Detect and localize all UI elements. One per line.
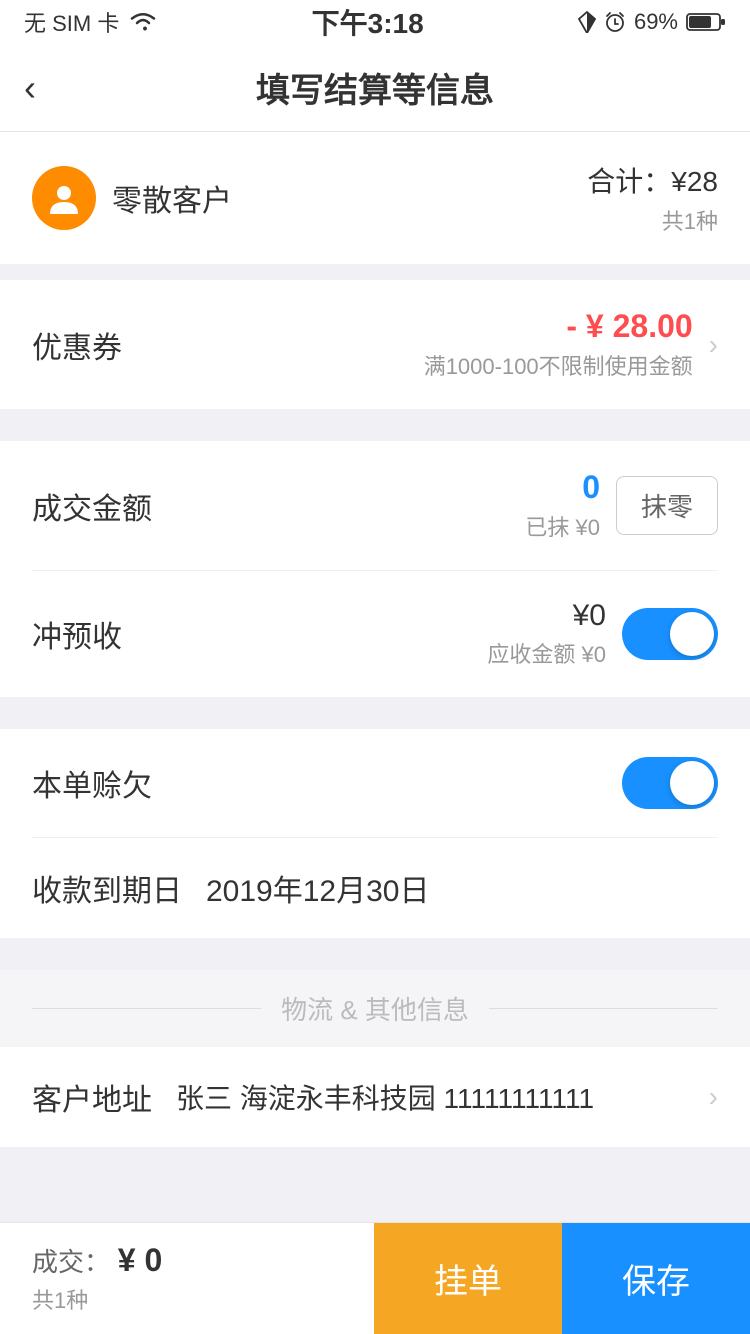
transaction-label: 成交金额 bbox=[32, 484, 152, 528]
total-amount: 合计：¥28 bbox=[587, 160, 718, 200]
chevron-right-icon: › bbox=[709, 329, 718, 361]
debt-toggle[interactable] bbox=[622, 757, 718, 809]
nav-bar: ‹ 填写结算等信息 bbox=[0, 44, 750, 132]
customer-right: 合计：¥28 共1种 bbox=[587, 160, 718, 236]
back-button[interactable]: ‹ bbox=[24, 67, 36, 109]
logistics-text: 物流 & 其他信息 bbox=[281, 990, 469, 1027]
address-value: 张三 海淀永丰科技园 11111111111 bbox=[176, 1077, 709, 1117]
prepaid-label: 冲预收 bbox=[32, 612, 122, 656]
address-chevron-icon: › bbox=[709, 1081, 718, 1113]
debt-label: 本单赊欠 bbox=[32, 761, 152, 805]
bottom-deal-line: 成交： ¥ 0 bbox=[32, 1242, 342, 1279]
address-card: 客户地址 张三 海淀永丰科技园 11111111111 › bbox=[0, 1047, 750, 1147]
content-area: 零散客户 合计：¥28 共1种 优惠券 - ¥ 28.00 满1000-100不… bbox=[0, 132, 750, 1283]
avatar bbox=[32, 166, 96, 230]
prepaid-amount: ¥0 bbox=[487, 599, 606, 633]
coupon-value-block: - ¥ 28.00 满1000-100不限制使用金额 bbox=[424, 308, 693, 381]
hang-button[interactable]: 挂单 bbox=[374, 1223, 562, 1334]
section-gap-3 bbox=[0, 954, 750, 970]
coupon-right: - ¥ 28.00 满1000-100不限制使用金额 › bbox=[424, 308, 718, 381]
status-bar: 无 SIM 卡 下午3:18 69% bbox=[0, 0, 750, 44]
location-icon bbox=[578, 11, 596, 33]
bottom-deal-label: 成交： bbox=[32, 1247, 110, 1277]
total-count: 共1种 bbox=[587, 204, 718, 236]
transaction-right: 0 已抹 ¥0 抹零 bbox=[525, 469, 718, 542]
alarm-icon bbox=[604, 11, 626, 33]
prepaid-row: 冲预收 ¥0 应收金额 ¥0 bbox=[0, 571, 750, 697]
customer-row[interactable]: 零散客户 合计：¥28 共1种 bbox=[0, 132, 750, 264]
transaction-card: 成交金额 0 已抹 ¥0 抹零 冲预收 ¥0 应收金额 ¥0 bbox=[0, 441, 750, 697]
prepaid-toggle[interactable] bbox=[622, 608, 718, 660]
user-icon bbox=[46, 180, 82, 216]
toggle-thumb bbox=[670, 612, 714, 656]
status-left: 无 SIM 卡 bbox=[24, 6, 157, 38]
bottom-summary: 成交： ¥ 0 共1种 bbox=[0, 1242, 374, 1315]
wifi-icon bbox=[129, 12, 157, 32]
coupon-discount: - ¥ 28.00 bbox=[424, 308, 693, 345]
round-button[interactable]: 抹零 bbox=[616, 476, 718, 535]
coupon-label: 优惠券 bbox=[32, 323, 122, 367]
due-date-label: 收款到期日 bbox=[32, 866, 182, 910]
address-label: 客户地址 bbox=[32, 1075, 152, 1119]
status-time: 下午3:18 bbox=[312, 2, 424, 42]
transaction-row: 成交金额 0 已抹 ¥0 抹零 bbox=[0, 441, 750, 570]
battery-text: 69% bbox=[634, 9, 678, 35]
page-title: 填写结算等信息 bbox=[256, 63, 494, 112]
coupon-card: 优惠券 - ¥ 28.00 满1000-100不限制使用金额 › bbox=[0, 280, 750, 409]
debt-row: 本单赊欠 bbox=[0, 729, 750, 837]
prepaid-right: ¥0 应收金额 ¥0 bbox=[487, 599, 718, 669]
debt-card: 本单赊欠 收款到期日 2019年12月30日 bbox=[0, 729, 750, 938]
section-gap-2 bbox=[0, 713, 750, 729]
section-gap-1 bbox=[0, 425, 750, 441]
bottom-bar: 成交： ¥ 0 共1种 挂单 保存 bbox=[0, 1222, 750, 1334]
save-button[interactable]: 保存 bbox=[562, 1223, 750, 1334]
logistics-divider-right bbox=[489, 1008, 718, 1009]
status-right: 69% bbox=[578, 9, 726, 35]
logistics-section: 物流 & 其他信息 bbox=[0, 970, 750, 1047]
due-date-row[interactable]: 收款到期日 2019年12月30日 bbox=[0, 838, 750, 938]
customer-name: 零散客户 bbox=[112, 176, 232, 220]
bottom-count: 共1种 bbox=[32, 1283, 342, 1315]
customer-card: 零散客户 合计：¥28 共1种 bbox=[0, 132, 750, 264]
prepaid-sub: 应收金额 ¥0 bbox=[487, 637, 606, 669]
transaction-amount[interactable]: 0 bbox=[525, 469, 600, 506]
transaction-sub: 已抹 ¥0 bbox=[525, 510, 600, 542]
logistics-divider-left bbox=[32, 1008, 261, 1009]
debt-toggle-thumb bbox=[670, 761, 714, 805]
prepaid-value-block: ¥0 应收金额 ¥0 bbox=[487, 599, 606, 669]
due-date-value: 2019年12月30日 bbox=[206, 866, 429, 910]
customer-left: 零散客户 bbox=[32, 166, 232, 230]
transaction-value-block: 0 已抹 ¥0 bbox=[525, 469, 600, 542]
battery-icon bbox=[686, 12, 726, 32]
bottom-deal-amount: ¥ 0 bbox=[118, 1242, 162, 1278]
coupon-row[interactable]: 优惠券 - ¥ 28.00 满1000-100不限制使用金额 › bbox=[0, 280, 750, 409]
coupon-desc: 满1000-100不限制使用金额 bbox=[424, 349, 693, 381]
no-sim-text: 无 SIM 卡 bbox=[24, 6, 119, 38]
address-row[interactable]: 客户地址 张三 海淀永丰科技园 11111111111 › bbox=[0, 1047, 750, 1147]
